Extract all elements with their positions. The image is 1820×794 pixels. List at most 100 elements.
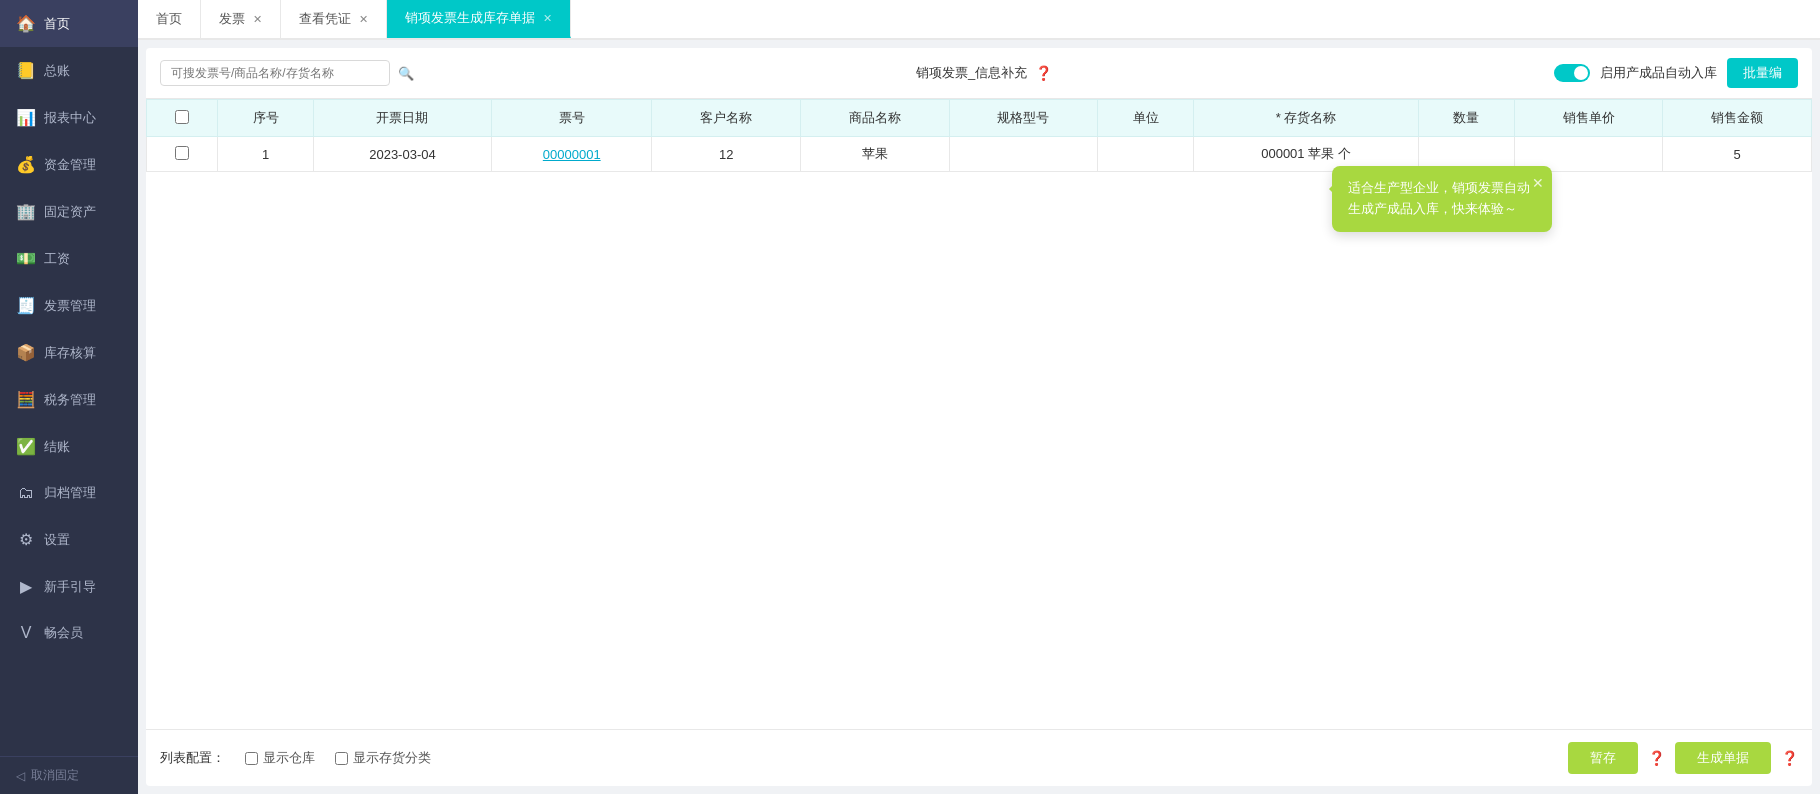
close-view-voucher-tab[interactable]: ✕ [359,13,368,26]
auto-inbound-toggle[interactable] [1554,64,1590,82]
show-inventory-category-label: 显示存货分类 [353,749,431,767]
th-product: 商品名称 [801,100,950,137]
sidebar-item-ledger[interactable]: 📒 总账 [0,47,138,94]
th-inventory: * 存货名称 [1193,100,1418,137]
td-seq: 1 [218,137,314,172]
help-icon[interactable]: ❓ [1035,65,1052,81]
tab-generate-inventory[interactable]: 销项发票生成库存单据 ✕ [387,0,571,38]
sidebar-item-closing[interactable]: ✅ 结账 [0,423,138,470]
toolbar: 🔍 销项发票_信息补充 ❓ 启用产成品自动入库 批量编 [146,48,1812,99]
sidebar-item-guide[interactable]: ▶ 新手引导 [0,563,138,610]
toolbar-center: 销项发票_信息补充 ❓ [916,64,1052,82]
vip-icon: V [16,624,36,642]
tooltip-text: 适合生产型企业，销项发票自动生成产成品入库，快来体验～ [1348,180,1530,216]
sidebar-item-invoice-management[interactable]: 🧾 发票管理 [0,282,138,329]
page-container: 🔍 销项发票_信息补充 ❓ 启用产成品自动入库 批量编 [146,48,1812,786]
tab-generate-inventory-label: 销项发票生成库存单据 [405,9,535,27]
td-ticket-no[interactable]: 00000001 [492,137,652,172]
sidebar-item-label: 税务管理 [44,391,96,409]
list-config-label: 列表配置： [160,749,225,767]
sidebar: 🏠 首页 📒 总账 📊 报表中心 💰 资金管理 🏢 固定资产 💵 工资 🧾 发票… [0,0,138,794]
tab-invoice[interactable]: 发票 ✕ [201,0,281,38]
show-inventory-category-input[interactable] [335,752,348,765]
close-invoice-tab[interactable]: ✕ [253,13,262,26]
show-warehouse-input[interactable] [245,752,258,765]
th-customer: 客户名称 [652,100,801,137]
table-row: 1 2023-03-04 00000001 12 苹果 000001 苹果 个 … [147,137,1812,172]
batch-edit-button[interactable]: 批量编 [1727,58,1798,88]
assets-icon: 🏢 [16,202,36,221]
unpin-button[interactable]: ◁ 取消固定 [0,756,138,794]
settings-icon: ⚙ [16,530,36,549]
inventory-icon: 📦 [16,343,36,362]
table-wrapper: 序号 开票日期 票号 客户名称 商品名称 规格型号 单位 * 存货名称 数量 销… [146,99,1812,729]
tab-home-label: 首页 [156,10,182,28]
td-customer: 12 [652,137,801,172]
sidebar-item-payroll[interactable]: 💵 工资 [0,235,138,282]
generate-button[interactable]: 生成单据 [1675,742,1771,774]
sidebar-item-vip[interactable]: V 畅会员 [0,610,138,656]
sidebar-item-settings[interactable]: ⚙ 设置 [0,516,138,563]
closing-icon: ✅ [16,437,36,456]
tab-view-voucher-label: 查看凭证 [299,10,351,28]
center-label: 销项发票_信息补充 [916,64,1027,82]
sidebar-item-label: 新手引导 [44,578,96,596]
guide-icon: ▶ [16,577,36,596]
home-icon: 🏠 [16,14,36,33]
td-amount: 5 [1663,137,1812,172]
sidebar-item-label: 总账 [44,62,70,80]
archive-icon: 🗂 [16,484,36,502]
close-generate-inventory-tab[interactable]: ✕ [543,12,552,25]
toolbar-left: 🔍 [160,60,414,86]
th-checkbox [147,100,218,137]
tab-invoice-label: 发票 [219,10,245,28]
save-button[interactable]: 暂存 [1568,742,1638,774]
sidebar-item-archive[interactable]: 🗂 归档管理 [0,470,138,516]
show-warehouse-checkbox[interactable]: 显示仓库 [245,749,315,767]
sidebar-item-label: 首页 [44,15,70,33]
unpin-label: 取消固定 [31,767,79,784]
tab-view-voucher[interactable]: 查看凭证 ✕ [281,0,387,38]
sidebar-item-label: 结账 [44,438,70,456]
sidebar-item-label: 归档管理 [44,484,96,502]
sidebar-item-fund-management[interactable]: 💰 资金管理 [0,141,138,188]
search-input[interactable] [160,60,390,86]
unpin-icon: ◁ [16,769,25,783]
select-all-checkbox[interactable] [175,110,189,124]
sidebar-item-inventory[interactable]: 📦 库存核算 [0,329,138,376]
ledger-icon: 📒 [16,61,36,80]
bottom-bar: 列表配置： 显示仓库 显示存货分类 暂存 ❓ 生成单据 ❓ [146,729,1812,786]
tooltip-bubble: ✕ 适合生产型企业，销项发票自动生成产成品入库，快来体验～ [1332,166,1552,232]
th-date: 开票日期 [313,100,491,137]
sidebar-item-label: 报表中心 [44,109,96,127]
search-icon[interactable]: 🔍 [398,66,414,81]
sidebar-item-label: 畅会员 [44,624,83,642]
sidebar-item-label: 固定资产 [44,203,96,221]
invoice-icon: 🧾 [16,296,36,315]
sidebar-item-label: 发票管理 [44,297,96,315]
th-unit-price: 销售单价 [1514,100,1663,137]
show-warehouse-label: 显示仓库 [263,749,315,767]
td-spec [949,137,1098,172]
sidebar-item-report-center[interactable]: 📊 报表中心 [0,94,138,141]
th-ticket-no: 票号 [492,100,652,137]
tooltip-close-button[interactable]: ✕ [1532,172,1544,194]
save-help-icon[interactable]: ❓ [1648,750,1665,766]
sidebar-item-home[interactable]: 🏠 首页 [0,0,138,47]
td-unit [1098,137,1194,172]
row-checkbox[interactable] [175,146,189,160]
gen-help-icon[interactable]: ❓ [1781,750,1798,766]
th-spec: 规格型号 [949,100,1098,137]
sidebar-item-fixed-assets[interactable]: 🏢 固定资产 [0,188,138,235]
bottom-actions: 暂存 ❓ 生成单据 ❓ [1568,742,1798,774]
tab-home[interactable]: 首页 [138,0,201,38]
show-inventory-category-checkbox[interactable]: 显示存货分类 [335,749,431,767]
sidebar-item-label: 库存核算 [44,344,96,362]
sidebar-item-tax-management[interactable]: 🧮 税务管理 [0,376,138,423]
sidebar-item-label: 设置 [44,531,70,549]
data-table: 序号 开票日期 票号 客户名称 商品名称 规格型号 单位 * 存货名称 数量 销… [146,99,1812,172]
td-date: 2023-03-04 [313,137,491,172]
th-unit: 单位 [1098,100,1194,137]
sidebar-item-label: 工资 [44,250,70,268]
table-header-row: 序号 开票日期 票号 客户名称 商品名称 规格型号 单位 * 存货名称 数量 销… [147,100,1812,137]
